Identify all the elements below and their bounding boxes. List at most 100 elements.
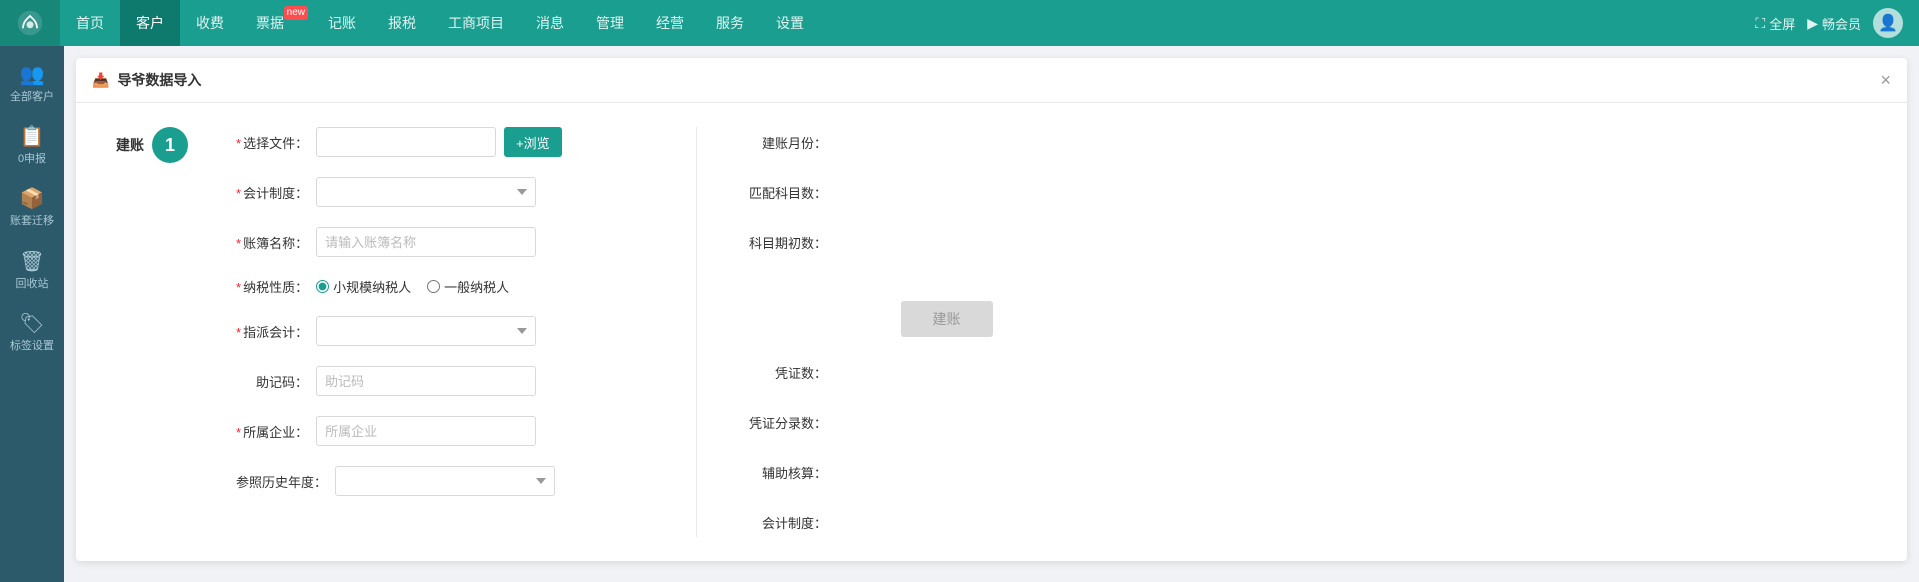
required-star-acct2: *	[236, 325, 241, 340]
required-star-acct: *	[236, 186, 241, 201]
sidebar-item-migration[interactable]: 📦 账套迁移	[0, 178, 64, 236]
nav-item-manage[interactable]: 管理	[580, 0, 640, 46]
dialog-panel: 📥 导爷数据导入 × 建账 1	[76, 58, 1907, 561]
nav-item-client[interactable]: 客户	[120, 0, 180, 46]
tax-general-radio[interactable]: 一般纳税人	[427, 277, 509, 296]
company-input[interactable]	[316, 416, 536, 446]
step-circle: 1	[152, 127, 188, 163]
import-icon: 📥	[92, 72, 109, 89]
build-btn-row: 建账	[737, 281, 1056, 337]
sidebar-item-all-clients[interactable]: 👥 全部客户	[0, 54, 64, 112]
fullscreen-icon: ⛶	[1755, 15, 1765, 32]
memo-row: 助记码：	[236, 366, 656, 396]
nav-item-message[interactable]: 消息	[520, 0, 580, 46]
company-label: *所属企业：	[236, 422, 308, 441]
memo-input[interactable]	[316, 366, 536, 396]
sidebar-item-declare[interactable]: 📋 0申报	[0, 116, 64, 174]
nav-item-business[interactable]: 工商项目	[432, 0, 520, 46]
history-year-select[interactable]	[335, 466, 555, 496]
accountant-select[interactable]	[316, 316, 536, 346]
nav-item-operate[interactable]: 经营	[640, 0, 700, 46]
nav-item-settings[interactable]: 设置	[760, 0, 820, 46]
accounting-system-right-row: 会计制度：	[737, 507, 1056, 537]
tax-small-radio[interactable]: 小规模纳税人	[316, 277, 411, 296]
layout: 👥 全部客户 📋 0申报 📦 账套迁移 🗑 回收站 🏷 标签设置 📥 导	[0, 46, 1919, 582]
match-subjects-row: 匹配科目数：	[737, 177, 1056, 207]
sidebar-item-label-recycle: 回收站	[16, 278, 49, 291]
accountant-label: *指派会计：	[236, 322, 308, 341]
voucher-row: 凭证数：	[737, 357, 1056, 387]
voucher-entries-label: 凭证分录数：	[737, 413, 827, 432]
accounting-system-select[interactable]	[316, 177, 536, 207]
nav-logo	[0, 0, 60, 46]
vip-icon: ▶	[1807, 15, 1818, 32]
nav-item-bookkeeping[interactable]: 记账	[312, 0, 372, 46]
dialog-header: 📥 导爷数据导入 ×	[76, 58, 1907, 103]
aux-accounting-row: 辅助核算：	[737, 457, 1056, 487]
browse-button[interactable]: +浏览	[504, 127, 562, 157]
tax-small-radio-input[interactable]	[316, 280, 329, 293]
build-month-row: 建账月份：	[737, 127, 1056, 157]
aux-accounting-label: 辅助核算：	[737, 463, 827, 482]
sidebar-item-label-migration: 账套迁移	[10, 215, 54, 228]
ledger-name-row: *账簿名称：	[236, 227, 656, 257]
sidebar: 👥 全部客户 📋 0申报 📦 账套迁移 🗑 回收站 🏷 标签设置	[0, 46, 64, 582]
close-button[interactable]: ×	[1880, 71, 1891, 89]
migration-icon: 📦	[20, 186, 45, 211]
tax-type-row: *纳税性质： 小规模纳税人 一般纳税人	[236, 277, 656, 296]
ledger-name-label: *账簿名称：	[236, 233, 308, 252]
accounting-system-row: *会计制度：	[236, 177, 656, 207]
avatar-icon: 👤	[1878, 13, 1898, 33]
build-button[interactable]: 建账	[901, 301, 993, 337]
accounting-system-right-label: 会计制度：	[737, 513, 827, 532]
ledger-name-input[interactable]	[316, 227, 536, 257]
vip-btn[interactable]: ▶ 畅会员	[1807, 14, 1861, 33]
sidebar-item-label-declare: 0申报	[18, 153, 46, 166]
nav-item-fee[interactable]: 收费	[180, 0, 240, 46]
accounting-system-label: *会计制度：	[236, 183, 308, 202]
voucher-label: 凭证数：	[737, 363, 827, 382]
file-row: *选择文件： +浏览	[236, 127, 656, 157]
required-star-tax: *	[236, 280, 241, 295]
form-right: 建账月份： 匹配科目数： 科目期初数： 建账	[696, 127, 1056, 537]
memo-label: 助记码：	[236, 372, 308, 391]
build-month-label: 建账月份：	[737, 133, 827, 152]
dialog-body: 建账 1 *选择文件：	[76, 103, 1907, 561]
match-subjects-label: 匹配科目数：	[737, 183, 827, 202]
fullscreen-btn[interactable]: ⛶ 全屏	[1755, 14, 1795, 33]
tag-icon: 🏷	[19, 311, 44, 336]
history-year-row: 参照历史年度：	[236, 466, 656, 496]
sidebar-item-tag[interactable]: 🏷 标签设置	[0, 303, 64, 361]
declare-icon: 📋	[20, 124, 45, 149]
sidebar-item-label-all-clients: 全部客户	[10, 91, 54, 104]
company-row: *所属企业：	[236, 416, 656, 446]
subject-opening-row: 科目期初数：	[737, 227, 1056, 257]
main-content: 📥 导爷数据导入 × 建账 1	[64, 46, 1919, 582]
nav-item-ticket[interactable]: 票据 new	[240, 0, 312, 46]
nav-items: 首页 客户 收费 票据 new 记账 报税 工商项目 消息 管理 经营 服务 设…	[60, 0, 1755, 46]
avatar[interactable]: 👤	[1873, 8, 1903, 38]
nav-item-service[interactable]: 服务	[700, 0, 760, 46]
required-star-company: *	[236, 425, 241, 440]
file-input[interactable]	[316, 127, 496, 157]
nav-item-home[interactable]: 首页	[60, 0, 120, 46]
file-label: *选择文件：	[236, 133, 308, 152]
form-left: *选择文件： +浏览 *会计制度：	[236, 127, 656, 496]
step-label: 建账	[116, 135, 144, 155]
history-year-label: 参照历史年度：	[236, 472, 327, 491]
step-area: 建账 1	[116, 127, 188, 179]
all-clients-icon: 👥	[20, 62, 45, 87]
nav-item-tax[interactable]: 报税	[372, 0, 432, 46]
required-star-ledger: *	[236, 236, 241, 251]
required-star-file: *	[236, 136, 241, 151]
voucher-entries-row: 凭证分录数：	[737, 407, 1056, 437]
accountant-row: *指派会计：	[236, 316, 656, 346]
dialog-title: 📥 导爷数据导入	[92, 70, 201, 90]
sidebar-item-recycle[interactable]: 🗑 回收站	[0, 241, 64, 299]
sidebar-item-label-tag: 标签设置	[10, 340, 54, 353]
subject-opening-label: 科目期初数：	[737, 233, 827, 252]
tax-radio-group: 小规模纳税人 一般纳税人	[316, 277, 509, 296]
tax-general-radio-input[interactable]	[427, 280, 440, 293]
tax-type-label: *纳税性质：	[236, 277, 308, 296]
new-badge: new	[284, 6, 308, 20]
